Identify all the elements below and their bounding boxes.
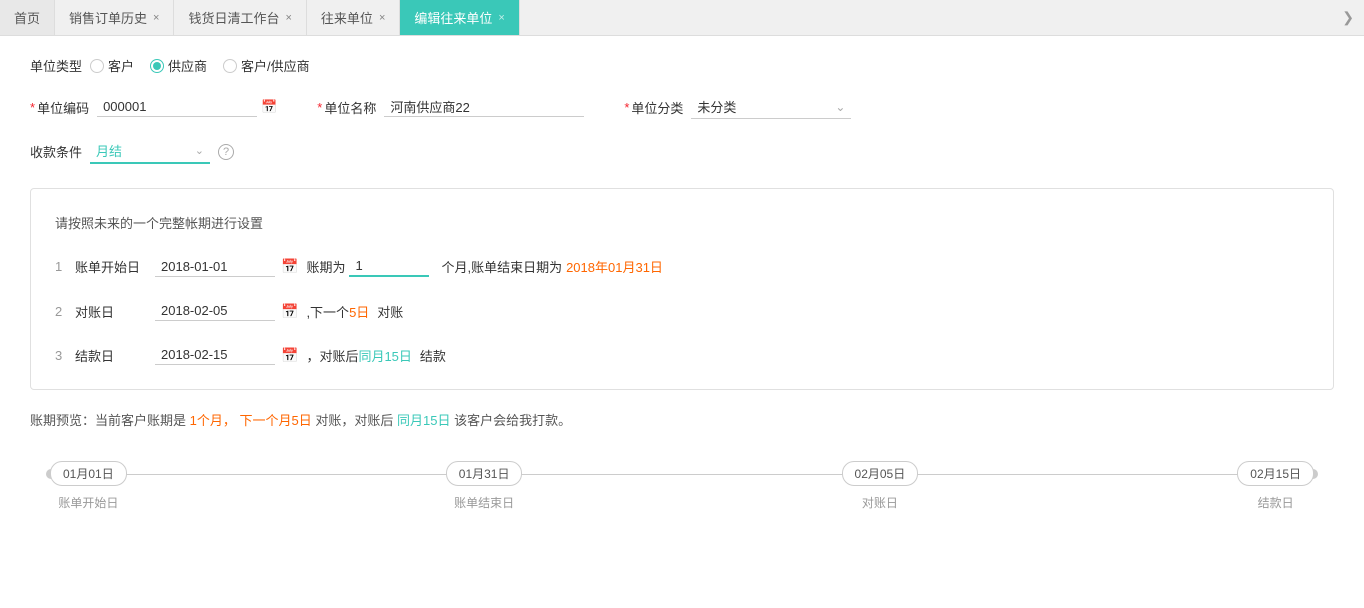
- radio-both[interactable]: 客户/供应商: [223, 56, 310, 75]
- unit-name-input[interactable]: [384, 97, 584, 117]
- unit-name-label: 单位名称: [324, 98, 376, 117]
- timeline-badge-2: 01月31日: [446, 461, 523, 486]
- tab-cash-work[interactable]: 钱货日清工作台 ×: [174, 0, 306, 35]
- unit-code-input[interactable]: [97, 97, 257, 117]
- period-start-date-calendar-icon[interactable]: 📅: [281, 258, 298, 275]
- unit-category-value: 未分类: [697, 97, 835, 116]
- timeline-badge-4: 02月15日: [1237, 461, 1314, 486]
- period-reconcile-calendar-icon[interactable]: 📅: [281, 303, 298, 320]
- period-end-date-highlight: 2018年01月31日: [566, 257, 663, 276]
- timeline-item-4: 02月15日 结款日: [1237, 461, 1314, 511]
- period-num-3: 3: [55, 348, 75, 363]
- preview-middle: 对账，对账后: [315, 413, 393, 428]
- unit-category-field: * 单位分类 未分类 ⌄: [624, 95, 851, 119]
- timeline-label-4: 结款日: [1258, 494, 1294, 511]
- tab-partner[interactable]: 往来单位 ×: [307, 0, 400, 35]
- tab-close-sales-history[interactable]: ×: [153, 12, 159, 24]
- unit-category-label: 单位分类: [631, 98, 683, 117]
- main-content: 单位类型 客户 供应商 客户/供应商 * 单位编码 📅 * 单位名称: [0, 36, 1364, 608]
- radio-supplier[interactable]: 供应商: [150, 56, 207, 75]
- period-row2-prefix: ,下一个: [306, 302, 349, 321]
- timeline-items: 01月01日 账单开始日 01月31日 账单结束日 02月05日 对账日 02月…: [50, 461, 1314, 511]
- period-row2-highlight: 5日: [349, 302, 369, 321]
- period-num-2: 2: [55, 304, 75, 319]
- period-field-label-1: 账单开始日: [75, 257, 155, 276]
- payment-condition-label: 收款条件: [30, 142, 82, 161]
- timeline-item-3: 02月05日 对账日: [842, 461, 919, 511]
- period-row3-suffix: 结款: [420, 346, 446, 365]
- period-row-2: 2 对账日 📅 ,下一个 5日 对账: [55, 301, 1309, 321]
- unit-fields-row: * 单位编码 📅 * 单位名称 * 单位分类 未分类 ⌄: [30, 95, 1334, 119]
- timeline-label-1: 账单开始日: [58, 494, 118, 511]
- unit-type-row: 单位类型 客户 供应商 客户/供应商: [30, 56, 1334, 75]
- tab-close-partner[interactable]: ×: [379, 12, 385, 24]
- unit-category-select[interactable]: 未分类 ⌄: [691, 95, 851, 119]
- period-box-title: 请按照未来的一个完整帐期进行设置: [55, 213, 1309, 232]
- radio-customer[interactable]: 客户: [90, 56, 134, 75]
- unit-name-required: *: [317, 100, 322, 115]
- period-start-date-input[interactable]: [155, 257, 275, 277]
- radio-customer-label: 客户: [108, 56, 134, 75]
- period-reconcile-date-input[interactable]: [155, 301, 275, 321]
- period-row3-highlight: 同月15日: [358, 346, 411, 365]
- preview-part2: 下一个月5日: [240, 413, 312, 428]
- unit-type-label: 单位类型: [30, 56, 82, 75]
- preview-part3: 同月15日: [397, 413, 450, 428]
- period-num-1: 1: [55, 259, 75, 274]
- period-payment-date-input[interactable]: [155, 345, 275, 365]
- radio-both-circle: [223, 59, 237, 73]
- period-row1-unit-text: 个月,账单结束日期为: [441, 257, 562, 276]
- unit-code-label: 单位编码: [37, 98, 89, 117]
- tab-edit-partner[interactable]: 编辑往来单位 ×: [400, 0, 519, 35]
- preview-part1: 1个月，: [190, 413, 236, 428]
- tab-close-cash-work[interactable]: ×: [285, 12, 291, 24]
- payment-condition-row: 收款条件 月结 ⌄ ?: [30, 139, 1334, 164]
- radio-supplier-circle: [150, 59, 164, 73]
- period-row-3: 3 结款日 📅 ，对账后 同月15日 结款: [55, 345, 1309, 365]
- tab-close-edit-partner[interactable]: ×: [498, 12, 504, 24]
- unit-category-arrow-icon: ⌄: [835, 100, 845, 114]
- period-field-label-2: 对账日: [75, 302, 155, 321]
- preview-label: 账期预览：当前客户账期是: [30, 413, 186, 428]
- period-settings-box: 请按照未来的一个完整帐期进行设置 1 账单开始日 📅 账期为 个月,账单结束日期…: [30, 188, 1334, 390]
- period-months-input[interactable]: [349, 256, 429, 277]
- unit-code-field: * 单位编码 📅: [30, 97, 277, 117]
- help-icon[interactable]: ?: [218, 144, 234, 160]
- period-row1-mid-text: 账期为: [306, 257, 345, 276]
- preview-section: 账期预览：当前客户账期是 1个月， 下一个月5日 对账，对账后 同月15日 该客…: [30, 410, 1334, 429]
- radio-both-label: 客户/供应商: [241, 56, 310, 75]
- unit-type-radio-group: 客户 供应商 客户/供应商: [90, 56, 310, 75]
- payment-condition-arrow-icon: ⌄: [195, 144, 204, 157]
- timeline-label-2: 账单结束日: [454, 494, 514, 511]
- tab-home[interactable]: 首页: [0, 0, 55, 35]
- payment-condition-value: 月结: [96, 141, 195, 160]
- timeline-wrapper: 01月01日 账单开始日 01月31日 账单结束日 02月05日 对账日 02月…: [30, 453, 1334, 551]
- radio-supplier-label: 供应商: [168, 56, 207, 75]
- tab-scroll-arrow[interactable]: ❯: [1332, 9, 1364, 26]
- payment-condition-select[interactable]: 月结 ⌄: [90, 139, 210, 164]
- timeline-badge-3: 02月05日: [842, 461, 919, 486]
- tab-sales-history[interactable]: 销售订单历史 ×: [55, 0, 174, 35]
- period-row-1: 1 账单开始日 📅 账期为 个月,账单结束日期为 2018年01月31日: [55, 256, 1309, 277]
- radio-customer-circle: [90, 59, 104, 73]
- timeline-label-3: 对账日: [862, 494, 898, 511]
- unit-name-field: * 单位名称: [317, 97, 584, 117]
- period-payment-calendar-icon[interactable]: 📅: [281, 347, 298, 364]
- period-row2-suffix: 对账: [377, 302, 403, 321]
- unit-code-required: *: [30, 100, 35, 115]
- period-field-label-3: 结款日: [75, 346, 155, 365]
- preview-suffix: 该客户会给我打款。: [454, 413, 571, 428]
- timeline-badge-1: 01月01日: [50, 461, 127, 486]
- timeline-item-1: 01月01日 账单开始日: [50, 461, 127, 511]
- unit-category-required: *: [624, 100, 629, 115]
- timeline-item-2: 01月31日 账单结束日: [446, 461, 523, 511]
- unit-code-calendar-icon[interactable]: 📅: [261, 99, 277, 115]
- period-row3-prefix: ，对账后: [306, 346, 358, 365]
- tab-bar: 首页 销售订单历史 × 钱货日清工作台 × 往来单位 × 编辑往来单位 × ❯: [0, 0, 1364, 36]
